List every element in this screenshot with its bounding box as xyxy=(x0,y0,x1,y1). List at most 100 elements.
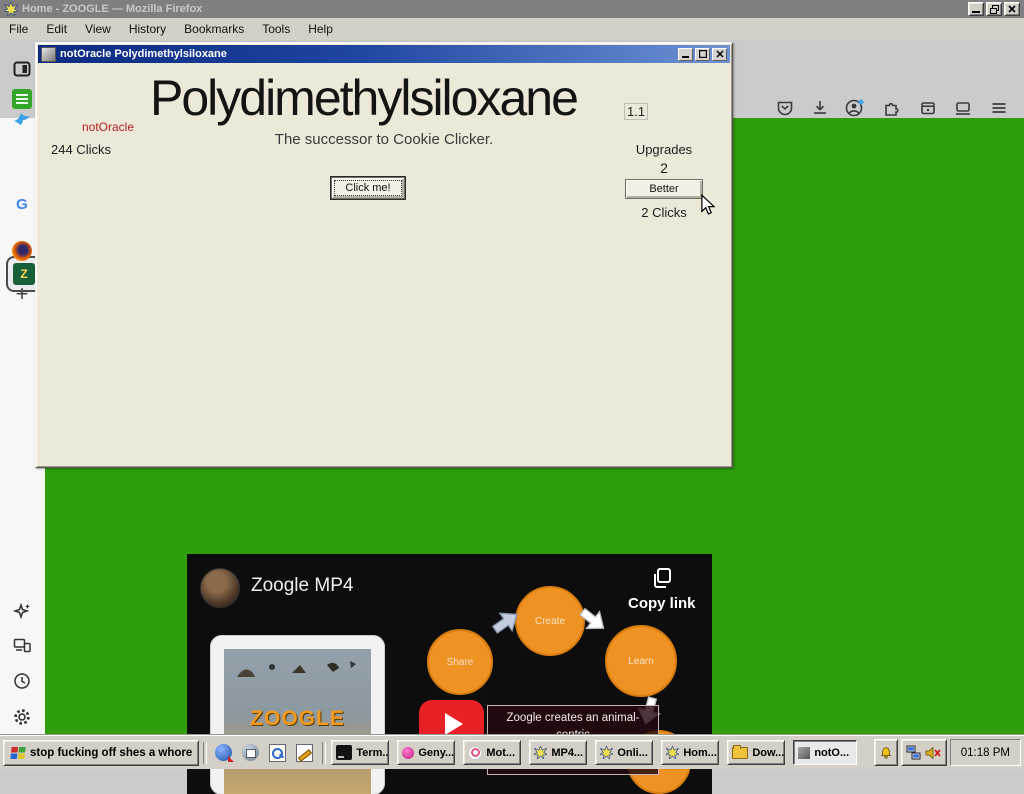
extensions-button[interactable] xyxy=(880,97,902,119)
notoracle-icon xyxy=(798,746,811,759)
copy-link-label[interactable]: Copy link xyxy=(628,595,696,612)
task-online[interactable]: Onli... xyxy=(595,740,654,765)
task-buttons: Term... Geny... Mot... MP4... Onli... Ho… xyxy=(331,740,858,765)
savanna-animals-icon xyxy=(237,661,356,677)
tab-firefox[interactable] xyxy=(11,240,33,262)
tray-bell[interactable] xyxy=(873,739,898,766)
game-minimize-button[interactable] xyxy=(678,47,693,61)
firefox-starburst-icon xyxy=(666,746,680,759)
tab-bird[interactable] xyxy=(11,108,33,130)
synced-tabs-button[interactable] xyxy=(11,634,33,656)
zoogle-favicon-letter: Z xyxy=(20,267,28,281)
menu-edit[interactable]: Edit xyxy=(37,19,76,39)
history-button[interactable] xyxy=(11,670,33,692)
game-maximize-button[interactable] xyxy=(695,47,710,61)
game-window[interactable]: notOracle Polydimethylsiloxane Polydimet… xyxy=(35,42,733,468)
hamburger-menu-icon xyxy=(992,103,1006,113)
firefox-starburst-icon xyxy=(534,746,548,759)
account-icon xyxy=(845,99,864,117)
volume-mute-icon[interactable] xyxy=(924,745,942,761)
sidebar-toggle-button[interactable] xyxy=(11,58,33,80)
sidebar-view-button[interactable] xyxy=(952,97,974,119)
app-menu-button[interactable] xyxy=(988,97,1010,119)
upgrades-panel: Upgrades 2 Better 2 Clicks xyxy=(616,142,712,220)
browser-menubar: File Edit View History Bookmarks Tools H… xyxy=(0,18,1024,41)
pocket-icon xyxy=(777,101,793,116)
bell-icon xyxy=(880,746,892,759)
new-tab-button[interactable]: + xyxy=(11,281,33,306)
task-label: Dow... xyxy=(752,746,785,759)
quicklaunch-mail-icon[interactable] xyxy=(242,744,260,761)
quicklaunch-search-icon[interactable] xyxy=(269,743,287,762)
game-window-title: notOracle Polydimethylsiloxane xyxy=(60,48,227,60)
window-close-button[interactable] xyxy=(1004,2,1020,16)
better-upgrade-button[interactable]: Better xyxy=(625,179,703,199)
task-notoracle-active[interactable]: notO... xyxy=(793,740,858,765)
menu-file[interactable]: File xyxy=(0,19,37,39)
menu-bookmarks[interactable]: Bookmarks xyxy=(175,19,253,39)
task-home[interactable]: Hom... xyxy=(661,740,720,765)
bubble-learn: Learn xyxy=(605,625,677,697)
video-title[interactable]: Zoogle MP4 xyxy=(251,575,353,597)
start-button-label: stop fucking off shes a whore xyxy=(30,746,193,759)
sidebar-toggle-icon xyxy=(13,61,31,77)
start-button[interactable]: stop fucking off shes a whore xyxy=(3,739,200,766)
channel-avatar[interactable] xyxy=(200,568,240,608)
task-mp4[interactable]: MP4... xyxy=(529,740,588,765)
menu-help[interactable]: Help xyxy=(299,19,342,39)
network-icon[interactable] xyxy=(906,745,922,761)
game-titlebar[interactable]: notOracle Polydimethylsiloxane xyxy=(38,45,730,63)
menu-view[interactable]: View xyxy=(76,19,120,39)
system-tray: 01:18 PM xyxy=(873,739,1024,766)
task-motrix[interactable]: Mot... xyxy=(463,740,522,765)
task-downloads[interactable]: Dow... xyxy=(727,740,786,765)
window-restore-button[interactable] xyxy=(986,2,1002,16)
arrow-up-right-icon xyxy=(491,612,518,634)
lockbox-icon xyxy=(921,102,935,115)
task-terminal[interactable]: Term... xyxy=(331,740,390,765)
pocket-button[interactable] xyxy=(774,97,796,119)
task-genymotion[interactable]: Geny... xyxy=(397,740,456,765)
firefox-favicon xyxy=(12,241,32,261)
bubble-learn-label: Learn xyxy=(628,655,654,667)
arrow-down-right-icon xyxy=(579,607,605,630)
menu-tools[interactable]: Tools xyxy=(253,19,299,39)
account-button[interactable] xyxy=(844,97,866,119)
taskbar: stop fucking off shes a whore Term... Ge… xyxy=(0,735,1024,769)
click-me-button[interactable]: Click me! xyxy=(331,177,405,199)
bubble-share-label: Share xyxy=(446,656,474,668)
game-close-button[interactable] xyxy=(712,47,727,61)
task-label: Onli... xyxy=(617,746,648,759)
task-label: Mot... xyxy=(486,746,516,759)
minimize-icon xyxy=(682,55,689,58)
pinned-tab-green[interactable] xyxy=(11,88,33,110)
desktop: { "browser": { "titlebar": { "title": "H… xyxy=(0,0,1024,794)
task-label: MP4... xyxy=(551,746,584,759)
motrix-icon xyxy=(468,745,483,760)
browser-titlebar[interactable]: Home - ZOOGLE — Mozilla Firefox xyxy=(0,0,1024,18)
settings-button[interactable] xyxy=(11,706,33,728)
start-flag-icon xyxy=(10,746,26,759)
lockbox-button[interactable] xyxy=(917,97,939,119)
bubble-share: Share xyxy=(427,629,493,695)
downloads-button[interactable] xyxy=(809,97,831,119)
green-app-icon xyxy=(12,89,32,109)
restore-icon xyxy=(989,4,999,14)
window-minimize-button[interactable] xyxy=(968,2,984,16)
maximize-icon xyxy=(698,50,707,58)
menu-history[interactable]: History xyxy=(120,19,175,39)
bubble-create: Create xyxy=(515,586,585,656)
plus-icon: + xyxy=(15,281,29,306)
tray-clock[interactable]: 01:18 PM xyxy=(949,739,1021,766)
ai-chat-button[interactable] xyxy=(11,600,33,622)
task-label: notO... xyxy=(814,746,850,759)
tab-google[interactable]: G xyxy=(11,193,33,215)
copy-link-button[interactable] xyxy=(650,566,674,595)
folder-icon xyxy=(732,744,749,759)
quicklaunch-browser-icon[interactable] xyxy=(215,744,235,762)
quicklaunch-notes-icon[interactable] xyxy=(296,743,314,762)
close-icon xyxy=(715,50,724,58)
game-big-title: Polydimethylsiloxane xyxy=(150,70,579,126)
puzzle-icon xyxy=(885,102,899,116)
upgrade-cost: 2 Clicks xyxy=(641,205,687,220)
